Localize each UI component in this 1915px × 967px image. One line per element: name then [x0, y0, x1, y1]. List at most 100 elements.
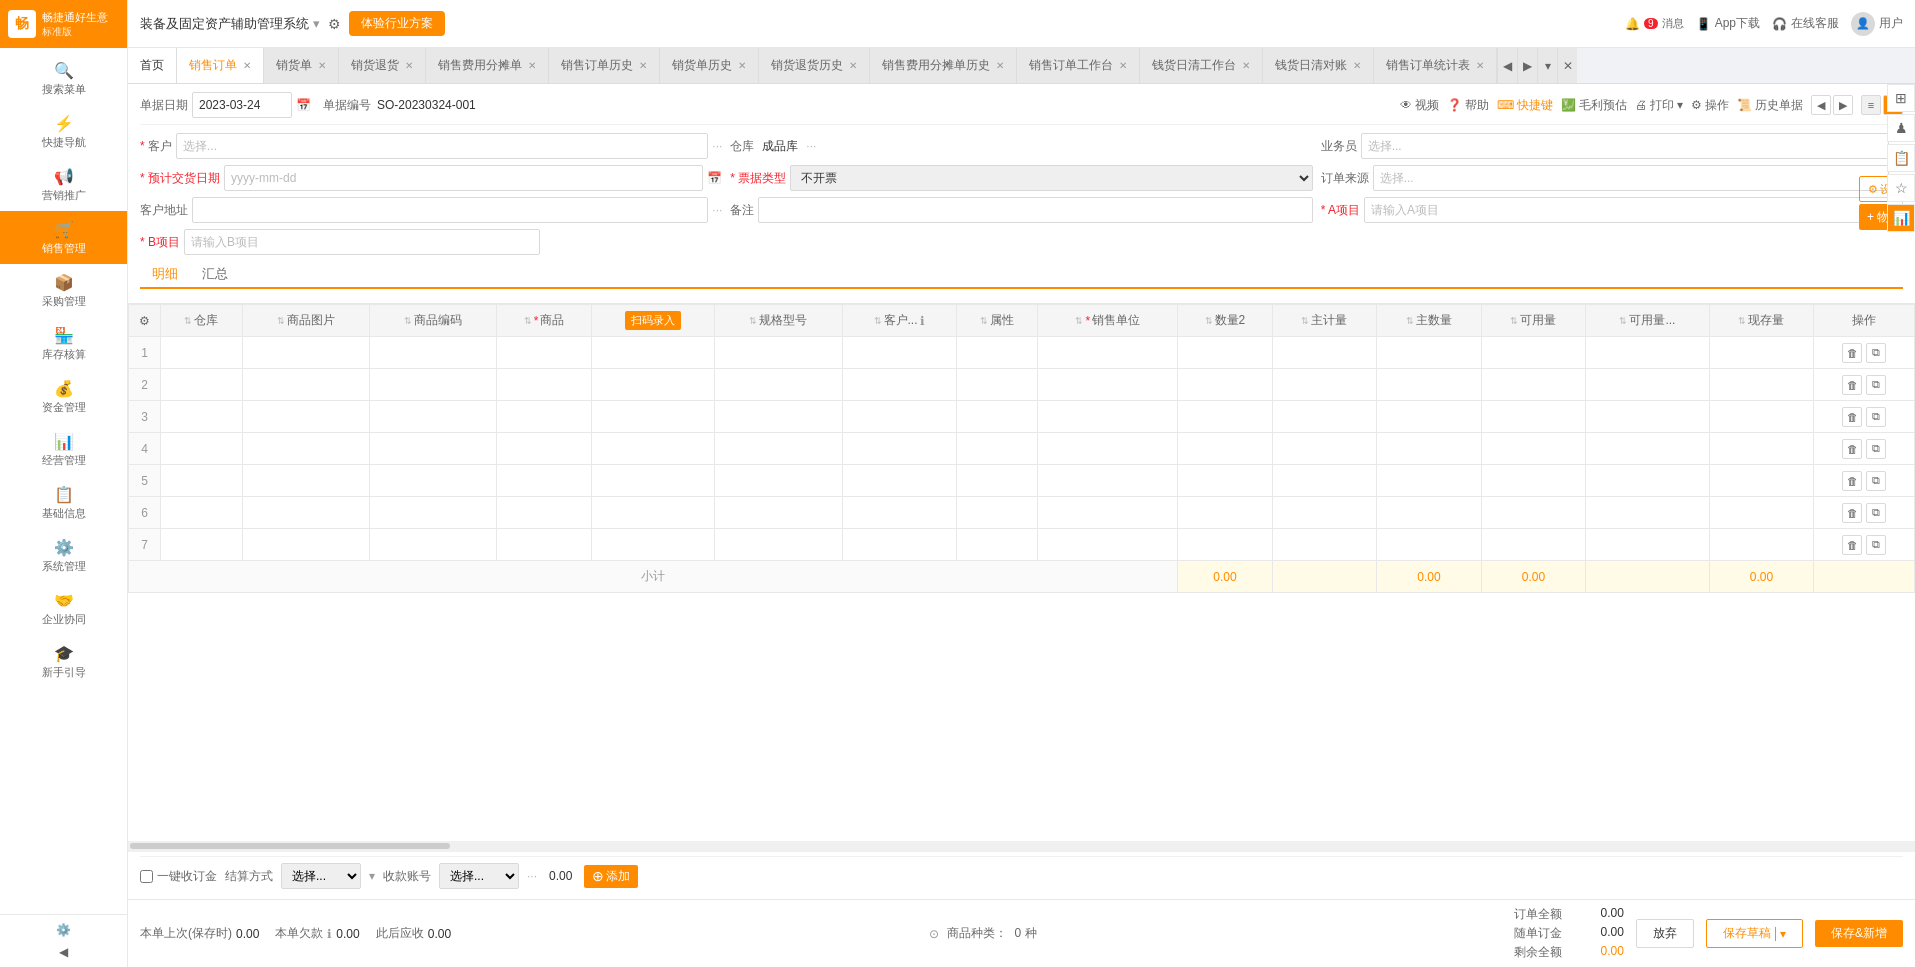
address-input[interactable] — [192, 197, 708, 223]
actions-btn[interactable]: ⚙ 操作 — [1691, 97, 1729, 114]
sidebar-item-marketing[interactable]: 📢 营销推广 — [0, 158, 127, 211]
sort-icon[interactable]: ⇅ — [404, 316, 412, 326]
sort-icon[interactable]: ⇅ — [874, 316, 882, 326]
row-copy-btn[interactable]: ⧉ — [1866, 439, 1886, 459]
sidebar-item-guide[interactable]: 🎓 新手引导 — [0, 635, 127, 688]
address-more-icon[interactable]: ··· — [712, 203, 722, 217]
tab-close-6[interactable]: ✕ — [738, 60, 746, 71]
row-delete-btn[interactable]: 🗑 — [1842, 471, 1862, 491]
calendar-icon[interactable]: 📅 — [296, 98, 311, 112]
tab-nav-close-all[interactable]: ✕ — [1557, 48, 1577, 84]
row-copy-btn[interactable]: ⧉ — [1866, 407, 1886, 427]
right-panel-btn-4[interactable]: ☆ — [1887, 174, 1915, 202]
sort-icon[interactable]: ⇅ — [184, 316, 192, 326]
tab-sales-order-history[interactable]: 销售订单历史 ✕ — [549, 48, 660, 83]
tab-cash-workbench[interactable]: 钱货日清工作台 ✕ — [1140, 48, 1263, 83]
nav-prev-btn[interactable]: ◀ — [1811, 95, 1831, 115]
sort-icon[interactable]: ⇅ — [980, 316, 988, 326]
row-delete-btn[interactable]: 🗑 — [1842, 535, 1862, 555]
sidebar-item-finance[interactable]: 💰 资金管理 — [0, 370, 127, 423]
profit-btn[interactable]: 💹 毛利预估 — [1561, 97, 1627, 114]
tab-sales-goods[interactable]: 销货单 ✕ — [264, 48, 339, 83]
sidebar-item-sales[interactable]: 🛒 销售管理 — [0, 211, 127, 264]
tab-return-history[interactable]: 销货退货历史 ✕ — [759, 48, 870, 83]
tab-cash-reconcile[interactable]: 钱货日清对账 ✕ — [1263, 48, 1374, 83]
discard-button[interactable]: 放弃 — [1636, 919, 1694, 948]
row-copy-btn[interactable]: ⧉ — [1866, 343, 1886, 363]
horizontal-scrollbar[interactable] — [128, 841, 1915, 851]
tab-close-icon[interactable]: ✕ — [243, 60, 251, 71]
sidebar-item-operation[interactable]: 📊 经营管理 — [0, 423, 127, 476]
history-btn[interactable]: 📜 历史单据 — [1737, 97, 1803, 114]
trial-button[interactable]: 体验行业方案 — [349, 11, 445, 36]
tab-close-5[interactable]: ✕ — [639, 60, 647, 71]
sort-icon[interactable]: ⇅ — [1075, 316, 1083, 326]
customer-input[interactable] — [176, 133, 708, 159]
tab-close-7[interactable]: ✕ — [849, 60, 857, 71]
right-panel-btn-1[interactable]: ⊞ — [1887, 84, 1915, 112]
help-btn[interactable]: ❓ 帮助 — [1447, 97, 1489, 114]
sort-icon[interactable]: ⇅ — [277, 316, 285, 326]
scan-button[interactable]: 扫码录入 — [625, 311, 681, 330]
tab-close-12[interactable]: ✕ — [1476, 60, 1484, 71]
staff-input[interactable] — [1361, 133, 1889, 159]
add-payment-button[interactable]: ⊕ 添加 — [584, 865, 638, 888]
system-settings-icon[interactable]: ⚙ — [328, 16, 341, 32]
row-copy-btn[interactable]: ⧉ — [1866, 535, 1886, 555]
sort-icon[interactable]: ⇅ — [1301, 316, 1309, 326]
settlement-select[interactable]: 选择... — [281, 863, 361, 889]
sidebar-bottom-collapse[interactable]: ◀ — [59, 945, 68, 959]
tab-sales-return[interactable]: 销货退货 ✕ — [339, 48, 426, 83]
sidebar-item-system[interactable]: ⚙️ 系统管理 — [0, 529, 127, 582]
row-delete-btn[interactable]: 🗑 — [1842, 375, 1862, 395]
tab-close-2[interactable]: ✕ — [318, 60, 326, 71]
a-project-input[interactable] — [1364, 197, 1903, 223]
right-panel-btn-3[interactable]: 📋 — [1887, 144, 1915, 172]
sidebar-item-quick[interactable]: ⚡ 快捷导航 — [0, 105, 127, 158]
tab-detail[interactable]: 明细 — [140, 261, 190, 289]
delivery-calendar-icon[interactable]: 📅 — [707, 171, 722, 185]
save-draft-dropdown-icon[interactable]: ▾ — [1775, 927, 1786, 941]
notification-item[interactable]: 🔔 9 消息 — [1625, 16, 1684, 31]
one-click-payment-checkbox[interactable] — [140, 870, 153, 883]
sort-icon[interactable]: ⇅ — [1619, 316, 1627, 326]
tab-nav-prev[interactable]: ◀ — [1497, 48, 1517, 84]
tab-nav-next[interactable]: ▶ — [1517, 48, 1537, 84]
view-btn[interactable]: 👁 视频 — [1400, 97, 1439, 114]
tab-sales-expense[interactable]: 销售费用分摊单 ✕ — [426, 48, 549, 83]
sidebar-bottom-settings[interactable]: ⚙️ — [56, 923, 71, 937]
user-item[interactable]: 👤 用户 — [1851, 12, 1903, 36]
sidebar-item-inventory[interactable]: 🏪 库存核算 — [0, 317, 127, 370]
account-more-icon[interactable]: ··· — [527, 869, 537, 883]
row-copy-btn[interactable]: ⧉ — [1866, 375, 1886, 395]
row-delete-btn[interactable]: 🗑 — [1842, 343, 1862, 363]
row-copy-btn[interactable]: ⧉ — [1866, 503, 1886, 523]
invoice-type-select[interactable]: 不开票 增值税普通发票 增值税专用发票 — [790, 165, 1312, 191]
save-draft-button[interactable]: 保存草稿 ▾ — [1706, 919, 1803, 948]
single-date-input[interactable] — [192, 92, 292, 118]
save-new-button[interactable]: 保存&新增 — [1815, 920, 1903, 947]
online-service-item[interactable]: 🎧 在线客服 — [1772, 15, 1839, 32]
row-delete-btn[interactable]: 🗑 — [1842, 407, 1862, 427]
tab-home[interactable]: 首页 — [128, 48, 177, 83]
tab-expense-history[interactable]: 销售费用分摊单历史 ✕ — [870, 48, 1017, 83]
app-download-item[interactable]: 📱 App下载 — [1696, 15, 1760, 32]
nav-next-btn[interactable]: ▶ — [1833, 95, 1853, 115]
sort-icon[interactable]: ⇅ — [1406, 316, 1414, 326]
right-panel-btn-5[interactable]: 📊 — [1887, 204, 1915, 232]
sort-icon[interactable]: ⇅ — [524, 316, 532, 326]
sidebar-item-base[interactable]: 📋 基础信息 — [0, 476, 127, 529]
customer-more-icon[interactable]: ··· — [712, 139, 722, 153]
warehouse-more-icon[interactable]: ··· — [806, 139, 816, 153]
shortcut-btn[interactable]: ⌨ 快捷键 — [1497, 97, 1553, 114]
row-delete-btn[interactable]: 🗑 — [1842, 503, 1862, 523]
sort-icon[interactable]: ⇅ — [1205, 316, 1213, 326]
sort-icon[interactable]: ⇅ — [1738, 316, 1746, 326]
sidebar-item-enterprise[interactable]: 🤝 企业协同 — [0, 582, 127, 635]
delivery-date-input[interactable] — [224, 165, 703, 191]
row-copy-btn[interactable]: ⧉ — [1866, 471, 1886, 491]
tab-close-11[interactable]: ✕ — [1353, 60, 1361, 71]
notes-input[interactable] — [758, 197, 1312, 223]
right-panel-btn-2[interactable]: ♟ — [1887, 114, 1915, 142]
print-btn[interactable]: 🖨 打印 ▾ — [1635, 97, 1683, 114]
